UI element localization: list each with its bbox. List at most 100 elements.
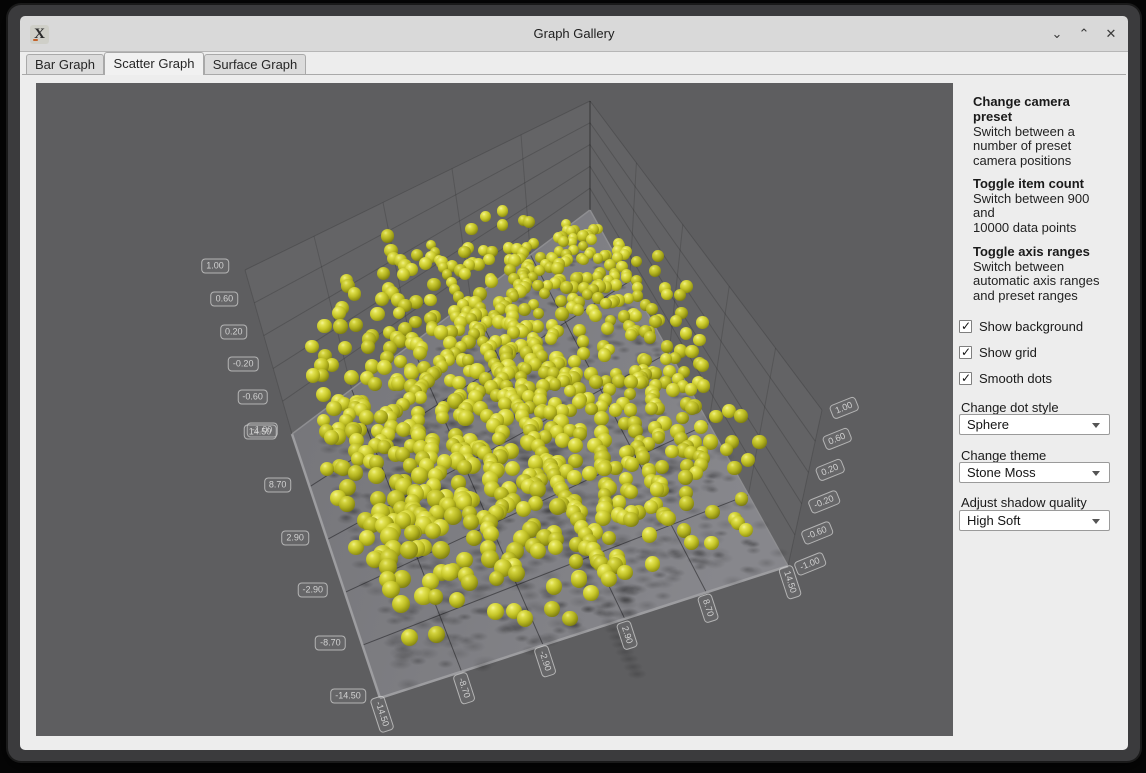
point-shadow (736, 537, 757, 547)
data-point (625, 329, 637, 341)
dropdown-value: Stone Moss (967, 465, 1036, 480)
data-point (669, 314, 682, 327)
checkbox-show-background[interactable]: ✓ Show background (959, 319, 1083, 334)
data-point (561, 610, 578, 627)
point-shadow (687, 548, 711, 560)
data-point (458, 245, 471, 259)
data-point (570, 571, 588, 588)
data-point (752, 434, 767, 449)
data-point (411, 466, 429, 484)
data-point (548, 378, 562, 391)
data-point (348, 318, 363, 333)
close-icon[interactable]: ✕ (1102, 25, 1120, 43)
data-point (403, 524, 420, 541)
data-point (347, 464, 364, 481)
link-button-toggle-item-count[interactable]: Toggle item count Switch between 900 and … (973, 176, 1112, 235)
data-point (305, 368, 321, 383)
data-point (571, 304, 584, 317)
data-point (678, 495, 694, 511)
point-shadow (456, 637, 491, 655)
check-icon: ✓ (961, 345, 972, 359)
data-point (315, 387, 331, 403)
data-point (694, 419, 708, 434)
data-point (734, 492, 749, 506)
chevron-down-icon (1092, 471, 1100, 476)
data-point (427, 277, 441, 291)
data-point (479, 211, 491, 223)
tab-bar-graph[interactable]: Bar Graph (26, 54, 104, 74)
data-point (485, 274, 499, 288)
point-shadow (703, 485, 723, 495)
tab-scatter-graph[interactable]: Scatter Graph (104, 52, 204, 75)
plot-area[interactable]: 1.00 0.60 0.20 -0.20 -0.60 -1.00 1.00 0.60 0.20-… (36, 83, 953, 736)
checkbox-box[interactable]: ✓ (959, 319, 972, 333)
checkbox-label: Show background (979, 319, 1084, 334)
data-point (649, 482, 665, 497)
dropdown-change-dot-style[interactable]: Sphere (959, 414, 1110, 435)
link-button-title: Change camera preset (973, 94, 1070, 124)
link-button-change-camera-preset[interactable]: Change camera preset Switch between a num… (973, 94, 1112, 168)
data-point (391, 594, 410, 613)
data-point (597, 348, 611, 363)
title-bar[interactable]: X Graph Gallery ⌄ ⌃ ✕ (20, 16, 1128, 52)
data-point (465, 222, 478, 236)
data-point (396, 268, 410, 282)
data-point (648, 265, 661, 278)
data-point (374, 291, 389, 306)
data-point (695, 358, 709, 373)
data-point (462, 514, 479, 531)
checkbox-box[interactable]: ✓ (959, 371, 972, 385)
data-point (630, 255, 642, 267)
data-point (360, 339, 375, 355)
data-point (623, 374, 638, 390)
dropdown-change-theme[interactable]: Stone Moss (959, 462, 1110, 483)
data-point (492, 431, 506, 446)
data-point (528, 480, 546, 498)
data-point (583, 584, 599, 601)
data-point (727, 461, 742, 476)
point-shadow (467, 652, 505, 671)
link-button-toggle-axis-ranges[interactable]: Toggle axis ranges Switch between automat… (973, 244, 1112, 303)
data-point (568, 437, 584, 453)
data-point (644, 556, 661, 572)
point-shadow (391, 676, 426, 693)
data-point (567, 470, 582, 486)
window-content: Bar Graph Scatter Graph Surface Graph 1.00… (20, 52, 1128, 750)
control-panel: Change camera preset Switch between a num… (958, 52, 1112, 750)
data-point (370, 306, 385, 322)
dropdown-value: High Soft (967, 513, 1021, 528)
data-point (596, 461, 612, 477)
data-point (586, 233, 598, 245)
x-axis-tick: 14.50 (243, 424, 277, 440)
checkbox-show-grid[interactable]: ✓ Show grid (959, 345, 1037, 360)
y-axis-tick-left: -0.20 (227, 356, 259, 372)
data-point (543, 601, 560, 618)
data-point (568, 554, 584, 569)
maximize-icon[interactable]: ⌃ (1075, 25, 1093, 43)
tab-surface-graph[interactable]: Surface Graph (204, 54, 306, 74)
x-axis-tick: -8.70 (315, 635, 346, 651)
data-point (497, 205, 509, 217)
data-point (339, 496, 355, 512)
link-button-description: Switch between automatic axis ranges and… (973, 259, 1100, 303)
data-point (395, 421, 411, 437)
data-point (317, 319, 332, 334)
dropdown-adjust-shadow-quality[interactable]: High Soft (959, 510, 1110, 531)
data-point (684, 382, 698, 396)
data-point (555, 307, 569, 321)
data-point (530, 542, 546, 559)
checkbox-box[interactable]: ✓ (959, 345, 972, 359)
data-point (623, 484, 638, 499)
checkbox-smooth-dots[interactable]: ✓ Smooth dots (959, 371, 1052, 386)
data-point (581, 465, 598, 482)
data-point (738, 522, 753, 537)
minimize-icon[interactable]: ⌄ (1048, 25, 1066, 43)
data-point (428, 625, 445, 643)
data-point (515, 500, 532, 517)
x-axis-tick: -14.50 (330, 688, 366, 704)
point-shadow (650, 589, 675, 602)
data-point (431, 540, 450, 559)
data-point (517, 303, 531, 317)
check-icon: ✓ (961, 319, 972, 333)
data-point (577, 254, 589, 266)
